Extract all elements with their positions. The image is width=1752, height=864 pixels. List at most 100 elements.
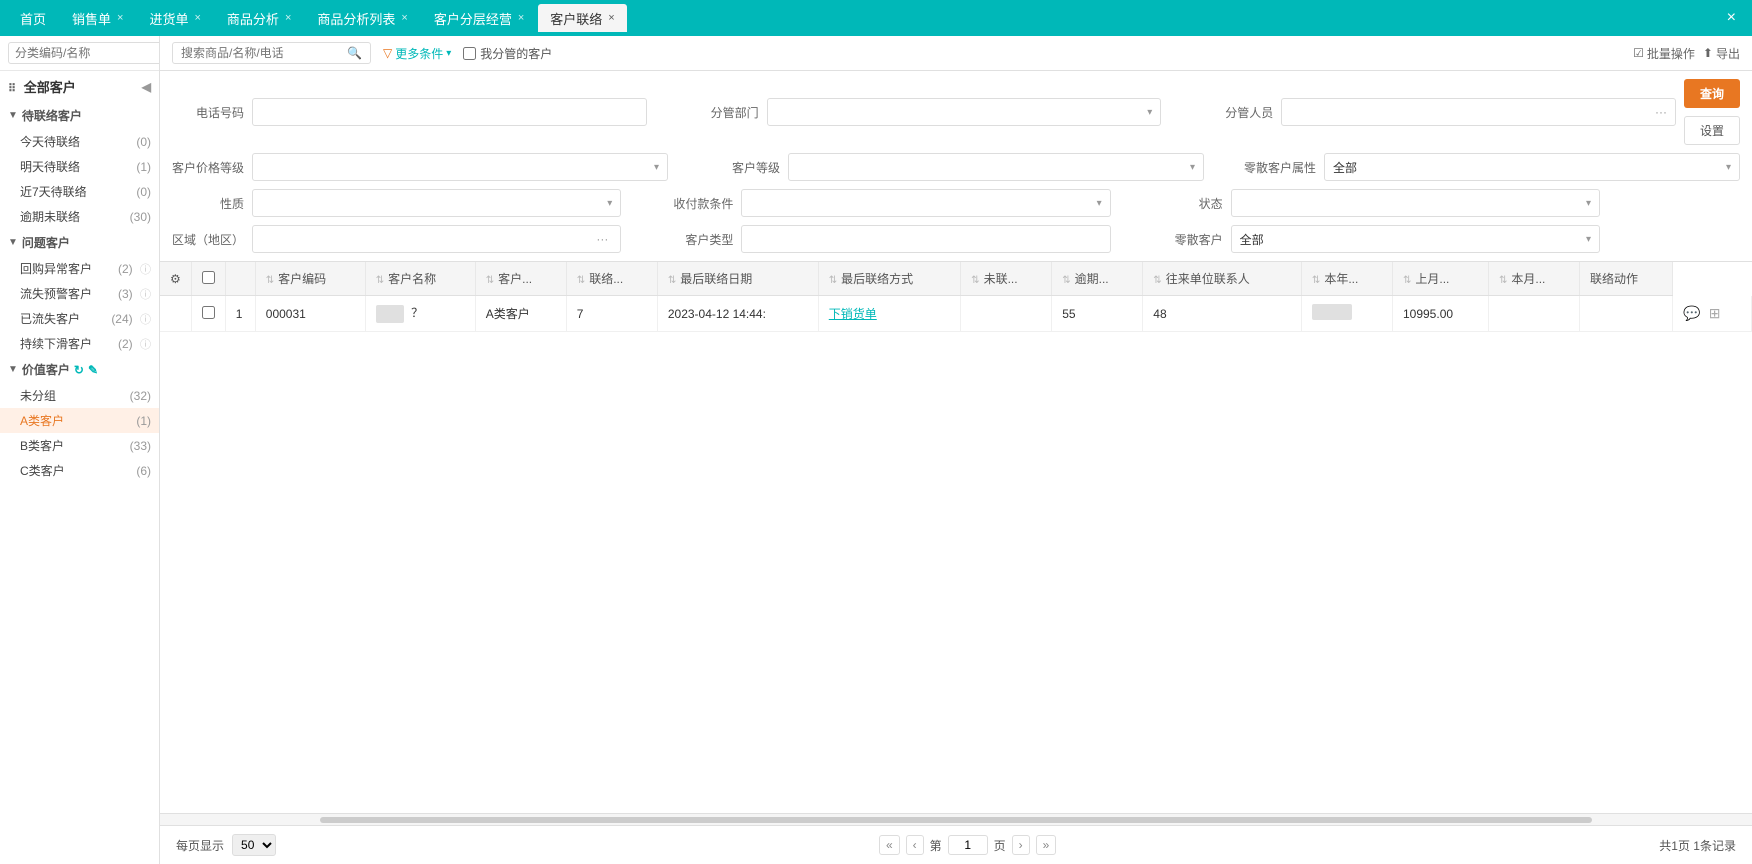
last-contact-link[interactable]: 下销货单 xyxy=(829,307,877,321)
refresh-icon[interactable]: ↻ xyxy=(74,363,84,377)
sidebar-group-value-title[interactable]: ▼ 价值客户 ↻ ✎ xyxy=(0,356,159,383)
nav-tab-customer-contact[interactable]: 客户联络 × xyxy=(538,4,626,32)
sidebar-item-overdue[interactable]: 逾期未联络 (30) xyxy=(0,204,159,229)
row-checkbox[interactable] xyxy=(202,306,215,319)
comment-action-icon[interactable]: 💬 xyxy=(1683,305,1700,322)
filter-phone: 电话号码 xyxy=(172,98,647,126)
nav-tab-customer-tier[interactable]: 客户分层经营 × xyxy=(422,4,536,32)
contact-person-placeholder xyxy=(1312,304,1352,320)
filter-price-level-select[interactable]: ▾ xyxy=(252,153,668,181)
batch-op-btn[interactable]: ☑ 批量操作 xyxy=(1633,45,1695,62)
sidebar-item-b-class[interactable]: B类客户 (33) xyxy=(0,433,159,458)
more-filter-btn[interactable]: ▽ 更多条件 ▾ xyxy=(383,45,451,62)
col-this-year-sort[interactable]: ⇅ xyxy=(1312,275,1320,286)
settings-button[interactable]: 设置 xyxy=(1684,116,1740,145)
nav-tab-product-analysis[interactable]: 商品分析 × xyxy=(215,4,303,32)
window-close[interactable]: × xyxy=(1719,9,1744,27)
col-overdue-sort[interactable]: ⇅ xyxy=(1062,275,1070,286)
region-dots[interactable]: ··· xyxy=(592,232,612,246)
row-contact-count: 7 xyxy=(566,296,657,332)
filter-status-select[interactable]: ▾ xyxy=(1231,189,1600,217)
export-btn[interactable]: ⬆ 导出 xyxy=(1703,45,1740,62)
nav-tab-sales[interactable]: 销售单 × xyxy=(60,4,135,32)
sidebar-item-churn-warning[interactable]: 流失预警客户 (3) ⓘ xyxy=(0,281,159,306)
page-number-input[interactable] xyxy=(948,835,988,855)
col-last-date-sort[interactable]: ⇅ xyxy=(668,275,676,286)
sidebar-all-customers[interactable]: ⠿ 全部客户 ◀ xyxy=(0,71,159,102)
col-last-contact-method: ⇅最后联络方式 xyxy=(818,262,960,296)
filter-retail-customer-select[interactable]: 全部 ▾ xyxy=(1231,225,1600,253)
sidebar-item-c-class[interactable]: C类客户 (6) xyxy=(0,458,159,483)
info-icon-churned: ⓘ xyxy=(140,314,151,326)
table-area: ⚙ ⇅客户编码 ⇅客户名称 ⇅客户... xyxy=(160,262,1752,813)
close-tab-purchase[interactable]: × xyxy=(194,12,200,24)
more-action-icon[interactable]: ⊞ xyxy=(1709,305,1721,322)
next-page-btn[interactable]: › xyxy=(1012,835,1030,855)
col-contacts-sort[interactable]: ⇅ xyxy=(1153,275,1161,286)
filter-customer-type-select[interactable] xyxy=(741,225,1110,253)
main-search-icon[interactable]: 🔍 xyxy=(347,46,362,60)
row-customer-type: A类客户 xyxy=(475,296,566,332)
col-contact-sort[interactable]: ⇅ xyxy=(577,275,585,286)
col-name-sort[interactable]: ⇅ xyxy=(376,275,384,286)
col-last-method-sort[interactable]: ⇅ xyxy=(829,275,837,286)
col-this-month-sort[interactable]: ⇅ xyxy=(1499,275,1507,286)
nav-home[interactable]: 首页 xyxy=(8,9,58,28)
filter-retail-attr-select[interactable]: 全部 ▾ xyxy=(1324,153,1740,181)
sidebar-item-7days[interactable]: 近7天待联络 (0) xyxy=(0,179,159,204)
sidebar-item-ungrouped[interactable]: 未分组 (32) xyxy=(0,383,159,408)
sidebar-item-churned[interactable]: 已流失客户 (24) ⓘ xyxy=(0,306,159,331)
sidebar-item-declining[interactable]: 持续下滑客户 (2) ⓘ xyxy=(0,331,159,356)
scrollbar-area xyxy=(160,813,1752,825)
sidebar-group-problem-title[interactable]: ▼ 问题客户 xyxy=(0,229,159,256)
filter-person-label: 分管人员 xyxy=(1201,104,1281,121)
prev-page-btn[interactable]: ‹ xyxy=(906,835,924,855)
page-size-select[interactable]: 50 xyxy=(232,834,276,856)
sidebar-item-tomorrow[interactable]: 明天待联络 (1) xyxy=(0,154,159,179)
filter-dept: 分管部门 ▾ xyxy=(687,98,1162,126)
row-checkbox-cell xyxy=(191,296,225,332)
col-last-month-sort[interactable]: ⇅ xyxy=(1403,275,1411,286)
filter-payment-select[interactable]: ▾ xyxy=(741,189,1110,217)
filter-retail-attr-label: 零散客户属性 xyxy=(1244,159,1324,176)
price-level-chevron: ▾ xyxy=(654,162,659,173)
filter-phone-input[interactable] xyxy=(252,98,647,126)
close-tab-customer-contact[interactable]: × xyxy=(608,12,614,24)
horizontal-scrollbar[interactable] xyxy=(320,817,1592,823)
close-tab-sales[interactable]: × xyxy=(117,12,123,24)
first-page-btn[interactable]: « xyxy=(879,835,900,855)
sidebar-group-pending-title[interactable]: ▼ 待联络客户 xyxy=(0,102,159,129)
sidebar-item-repurchase-anomaly[interactable]: 回购异常客户 (2) ⓘ xyxy=(0,256,159,281)
col-no-contact-sort[interactable]: ⇅ xyxy=(971,275,979,286)
filter-nature-select[interactable]: ▾ xyxy=(252,189,621,217)
filter-person-select[interactable]: ··· xyxy=(1281,98,1676,126)
last-page-btn[interactable]: » xyxy=(1036,835,1057,855)
my-customer-checkbox[interactable] xyxy=(463,47,476,60)
row-name: ？ xyxy=(365,296,475,332)
close-tab-customer-tier[interactable]: × xyxy=(518,12,524,24)
main-search-input[interactable] xyxy=(181,46,341,60)
row-settings-cell xyxy=(160,296,191,332)
col-code-sort[interactable]: ⇅ xyxy=(266,275,274,286)
sidebar-item-a-class[interactable]: A类客户 (1) xyxy=(0,408,159,433)
select-all-checkbox[interactable] xyxy=(202,271,215,284)
nav-tab-product-list[interactable]: 商品分析列表 × xyxy=(305,4,419,32)
person-more-icon[interactable]: ··· xyxy=(1655,105,1667,119)
col-type-sort[interactable]: ⇅ xyxy=(486,275,494,286)
sidebar-item-today[interactable]: 今天待联络 (0) xyxy=(0,129,159,154)
table-settings-icon[interactable]: ⚙ xyxy=(170,272,181,286)
filter-region-select[interactable]: ··· xyxy=(252,225,621,253)
filter-dept-select[interactable]: ▾ xyxy=(767,98,1162,126)
row-last-month xyxy=(1488,296,1579,332)
query-button[interactable]: 查询 xyxy=(1684,79,1740,108)
col-code: ⇅客户编码 xyxy=(255,262,365,296)
collapse-icon: ◀ xyxy=(142,80,151,94)
close-tab-product-analysis[interactable]: × xyxy=(285,12,291,24)
category-search-input[interactable] xyxy=(8,42,160,64)
filter-customer-level-select[interactable]: ▾ xyxy=(788,153,1204,181)
row-index: 1 xyxy=(225,296,255,332)
edit-value-icon[interactable]: ✎ xyxy=(88,363,98,377)
close-tab-product-list[interactable]: × xyxy=(401,12,407,24)
nav-tab-purchase[interactable]: 进货单 × xyxy=(137,4,212,32)
filter-person: 分管人员 ··· xyxy=(1201,98,1676,126)
